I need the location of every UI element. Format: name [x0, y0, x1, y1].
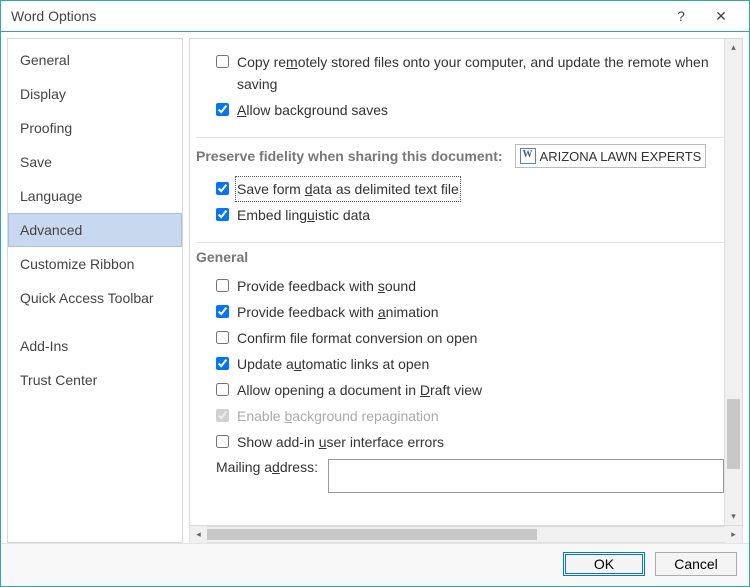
close-button[interactable]: ✕ [701, 1, 741, 31]
option-background-saves[interactable]: Allow background saves [216, 99, 724, 121]
mailing-address-input[interactable] [328, 459, 724, 493]
option-update-links[interactable]: Update automatic links at open [216, 353, 724, 375]
ok-button[interactable]: OK [563, 552, 645, 576]
checkbox[interactable] [216, 357, 229, 370]
sidebar-item-trust-center[interactable]: Trust Center [8, 363, 182, 397]
option-save-form-data[interactable]: Save form data as delimited text file [216, 178, 724, 200]
option-label: Provide feedback with sound [237, 275, 416, 297]
option-embed-linguistic[interactable]: Embed linguistic data [216, 204, 724, 226]
titlebar: Word Options ? ✕ [1, 1, 749, 32]
window-title: Word Options [11, 8, 661, 24]
dialog-footer: OK Cancel [1, 543, 749, 586]
horizontal-scrollbar[interactable]: ◂ ▸ [189, 526, 743, 543]
sidebar-item-add-ins[interactable]: Add-Ins [8, 329, 182, 363]
checkbox[interactable] [216, 305, 229, 318]
option-label: Embed linguistic data [237, 204, 370, 226]
mailing-address-label: Mailing address: [216, 459, 318, 475]
option-label: Show add-in user interface errors [237, 431, 444, 453]
scroll-left-arrow-icon[interactable]: ◂ [190, 526, 207, 543]
option-copy-remote[interactable]: Copy remotely stored files onto your com… [216, 51, 724, 95]
option-confirm-conversion[interactable]: Confirm file format conversion on open [216, 327, 724, 349]
scroll-thumb[interactable] [207, 529, 537, 540]
sidebar-item-customize-ribbon[interactable]: Customize Ribbon [8, 247, 182, 281]
checkbox[interactable] [216, 331, 229, 344]
checkbox[interactable] [216, 182, 229, 195]
option-label: Save form data as delimited text file [237, 178, 459, 200]
cancel-button[interactable]: Cancel [655, 552, 737, 576]
option-label: Enable background repagination [237, 405, 439, 427]
sidebar-item-general[interactable]: General [8, 43, 182, 77]
checkbox[interactable] [216, 55, 229, 68]
word-options-dialog: Word Options ? ✕ General Display Proofin… [0, 0, 750, 587]
checkbox[interactable] [216, 208, 229, 221]
checkbox[interactable] [216, 103, 229, 116]
scroll-thumb[interactable] [727, 399, 740, 469]
section-general: General [196, 242, 724, 265]
word-doc-icon [520, 148, 536, 164]
scroll-down-arrow-icon[interactable]: ▾ [725, 508, 742, 525]
sidebar-item-qat[interactable]: Quick Access Toolbar [8, 281, 182, 315]
scroll-up-arrow-icon[interactable]: ▴ [725, 39, 742, 56]
section-preserve-fidelity: Preserve fidelity when sharing this docu… [196, 137, 724, 168]
option-label: Confirm file format conversion on open [237, 327, 477, 349]
option-label: Allow background saves [237, 99, 388, 121]
category-sidebar: General Display Proofing Save Language A… [7, 38, 183, 543]
sidebar-item-advanced[interactable]: Advanced [8, 213, 182, 247]
option-label: Update automatic links at open [237, 353, 429, 375]
sidebar-item-save[interactable]: Save [8, 145, 182, 179]
option-open-draft[interactable]: Allow opening a document in Draft view [216, 379, 724, 401]
sidebar-item-proofing[interactable]: Proofing [8, 111, 182, 145]
option-background-repagination: Enable background repagination [216, 405, 724, 427]
checkbox[interactable] [216, 279, 229, 292]
help-button[interactable]: ? [661, 1, 701, 31]
vertical-scrollbar[interactable]: ▴ ▾ [724, 39, 742, 525]
document-name: ARIZONA LAWN EXPERTS [540, 149, 702, 164]
checkbox[interactable] [216, 435, 229, 448]
option-label: Allow opening a document in Draft view [237, 379, 482, 401]
option-feedback-sound[interactable]: Provide feedback with sound [216, 275, 724, 297]
option-label: Provide feedback with animation [237, 301, 439, 323]
sidebar-item-display[interactable]: Display [8, 77, 182, 111]
scroll-right-arrow-icon[interactable]: ▸ [725, 526, 742, 543]
mailing-address-row: Mailing address: [216, 459, 724, 493]
options-content: Copy remotely stored files onto your com… [189, 38, 743, 526]
checkbox [216, 409, 229, 422]
checkbox[interactable] [216, 383, 229, 396]
document-picker[interactable]: ARIZONA LAWN EXPERTS [515, 144, 707, 168]
sidebar-item-language[interactable]: Language [8, 179, 182, 213]
option-feedback-animation[interactable]: Provide feedback with animation [216, 301, 724, 323]
dialog-body: General Display Proofing Save Language A… [1, 32, 749, 586]
option-addin-errors[interactable]: Show add-in user interface errors [216, 431, 724, 453]
option-label: Copy remotely stored files onto your com… [237, 51, 724, 95]
